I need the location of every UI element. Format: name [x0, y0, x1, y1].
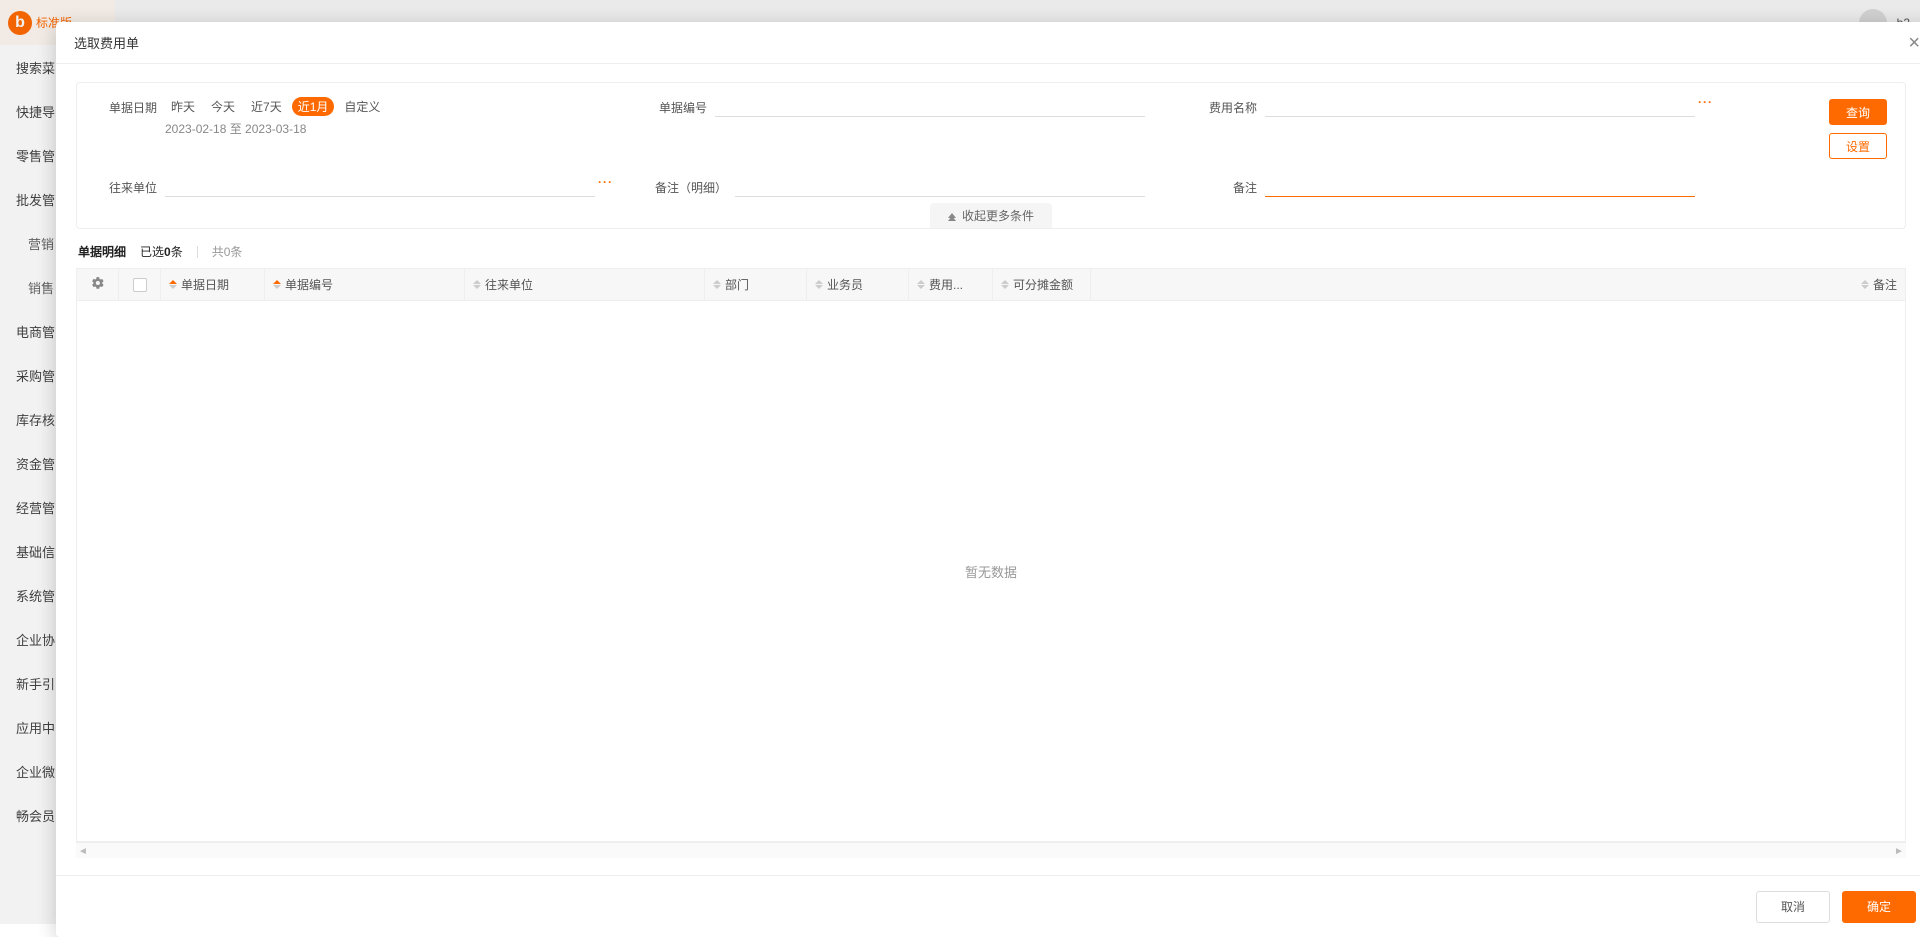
column-checkbox-all[interactable] — [119, 269, 161, 300]
selected-prefix: 已选 — [140, 245, 164, 259]
selected-count: 0 — [164, 245, 171, 259]
chevron-double-up-icon — [948, 213, 956, 218]
column-header-party[interactable]: 往来单位 — [465, 269, 705, 300]
filter-label-detail-remark: 备注（明细） — [645, 177, 735, 196]
section-header: 单据明细 已选0条 共0条 — [78, 243, 1906, 260]
column-header-remark[interactable]: 备注 — [1091, 269, 1905, 300]
date-range-text: 2023-02-18 至 2023-03-18 — [165, 120, 645, 137]
sort-icon — [1001, 280, 1009, 289]
empty-text: 暂无数据 — [965, 562, 1017, 581]
filter-label-date: 单据日期 — [95, 97, 165, 116]
ellipsis-icon[interactable]: ··· — [598, 175, 613, 189]
sort-icon — [917, 280, 925, 289]
query-button[interactable]: 查询 — [1829, 99, 1887, 125]
checkbox-icon — [133, 278, 147, 292]
col-label: 可分摊金额 — [1013, 276, 1073, 293]
ellipsis-icon[interactable]: ··· — [1698, 95, 1713, 109]
section-title: 单据明细 — [78, 243, 126, 260]
horizontal-scrollbar[interactable]: ◄ ► — [76, 842, 1906, 858]
filter-date: 单据日期 昨天 今天 近7天 近1月 自定义 2023-02-18 至 2023… — [95, 97, 645, 159]
sort-icon — [713, 280, 721, 289]
filter-actions: 查询 设置 — [1807, 97, 1887, 159]
filter-label-party: 往来单位 — [95, 177, 165, 196]
sort-icon — [1861, 280, 1869, 289]
total-count-text: 共0条 — [212, 243, 243, 260]
col-label: 往来单位 — [485, 276, 533, 293]
selected-suffix: 条 — [171, 245, 183, 259]
confirm-button[interactable]: 确定 — [1842, 891, 1916, 923]
column-header-fee[interactable]: 费用... — [909, 269, 993, 300]
sort-icon — [273, 280, 281, 289]
sort-icon — [473, 280, 481, 289]
col-label: 部门 — [725, 276, 749, 293]
collapse-filters-button[interactable]: 收起更多条件 — [930, 203, 1052, 228]
sort-icon — [169, 280, 177, 289]
column-header-dept[interactable]: 部门 — [705, 269, 807, 300]
preset-custom[interactable]: 自定义 — [338, 97, 386, 116]
col-label: 备注 — [1873, 276, 1897, 293]
sort-icon — [815, 280, 823, 289]
select-expense-modal: 选取费用单 × 单据日期 昨天 今天 近7天 近1月 自定义 — [56, 22, 1920, 937]
preset-yesterday[interactable]: 昨天 — [165, 97, 201, 116]
col-label: 单据日期 — [181, 276, 229, 293]
column-header-code[interactable]: 单据编号 — [265, 269, 465, 300]
data-grid: 单据日期 单据编号 往来单位 部门 业务员 — [76, 268, 1906, 842]
settings-button[interactable]: 设置 — [1829, 133, 1887, 159]
selected-count-text: 已选0条 — [140, 243, 183, 260]
preset-today[interactable]: 今天 — [205, 97, 241, 116]
filter-label-code: 单据编号 — [645, 97, 715, 116]
collapse-text: 收起更多条件 — [962, 207, 1034, 224]
column-header-sales[interactable]: 业务员 — [807, 269, 909, 300]
gear-icon — [91, 276, 105, 293]
modal-footer: 取消 确定 — [56, 875, 1920, 937]
col-label: 费用... — [929, 276, 963, 293]
party-input[interactable] — [165, 177, 595, 197]
code-input[interactable] — [715, 97, 1145, 117]
column-header-amount[interactable]: 可分摊金额 — [993, 269, 1091, 300]
preset-last7[interactable]: 近7天 — [245, 97, 288, 116]
filter-label-feename: 费用名称 — [1195, 97, 1265, 116]
filter-remark: 备注 — [1195, 177, 1745, 197]
grid-body-empty: 暂无数据 — [77, 301, 1905, 841]
filter-code: 单据编号 — [645, 97, 1195, 159]
col-label: 单据编号 — [285, 276, 333, 293]
filter-feename: 费用名称 ··· — [1195, 97, 1745, 159]
modal-body: 单据日期 昨天 今天 近7天 近1月 自定义 2023-02-18 至 2023… — [56, 64, 1920, 875]
detail-remark-input[interactable] — [735, 177, 1145, 197]
column-settings[interactable] — [77, 269, 119, 300]
column-header-date[interactable]: 单据日期 — [161, 269, 265, 300]
preset-last1month[interactable]: 近1月 — [292, 97, 335, 116]
scroll-left-icon: ◄ — [78, 846, 88, 856]
scroll-right-icon: ► — [1894, 846, 1904, 856]
filter-party: 往来单位 ··· — [95, 177, 645, 197]
col-label: 业务员 — [827, 276, 863, 293]
modal-title: 选取费用单 — [74, 33, 139, 52]
modal-header: 选取费用单 × — [56, 22, 1920, 64]
close-icon[interactable]: × — [1908, 33, 1920, 53]
filter-card: 单据日期 昨天 今天 近7天 近1月 自定义 2023-02-18 至 2023… — [76, 82, 1906, 229]
divider — [197, 246, 198, 258]
feename-input[interactable] — [1265, 97, 1695, 117]
remark-input[interactable] — [1265, 177, 1695, 197]
filter-detail-remark: 备注（明细） — [645, 177, 1195, 197]
filter-label-remark: 备注 — [1195, 177, 1265, 196]
cancel-button[interactable]: 取消 — [1756, 891, 1830, 923]
grid-header-row: 单据日期 单据编号 往来单位 部门 业务员 — [77, 269, 1905, 301]
